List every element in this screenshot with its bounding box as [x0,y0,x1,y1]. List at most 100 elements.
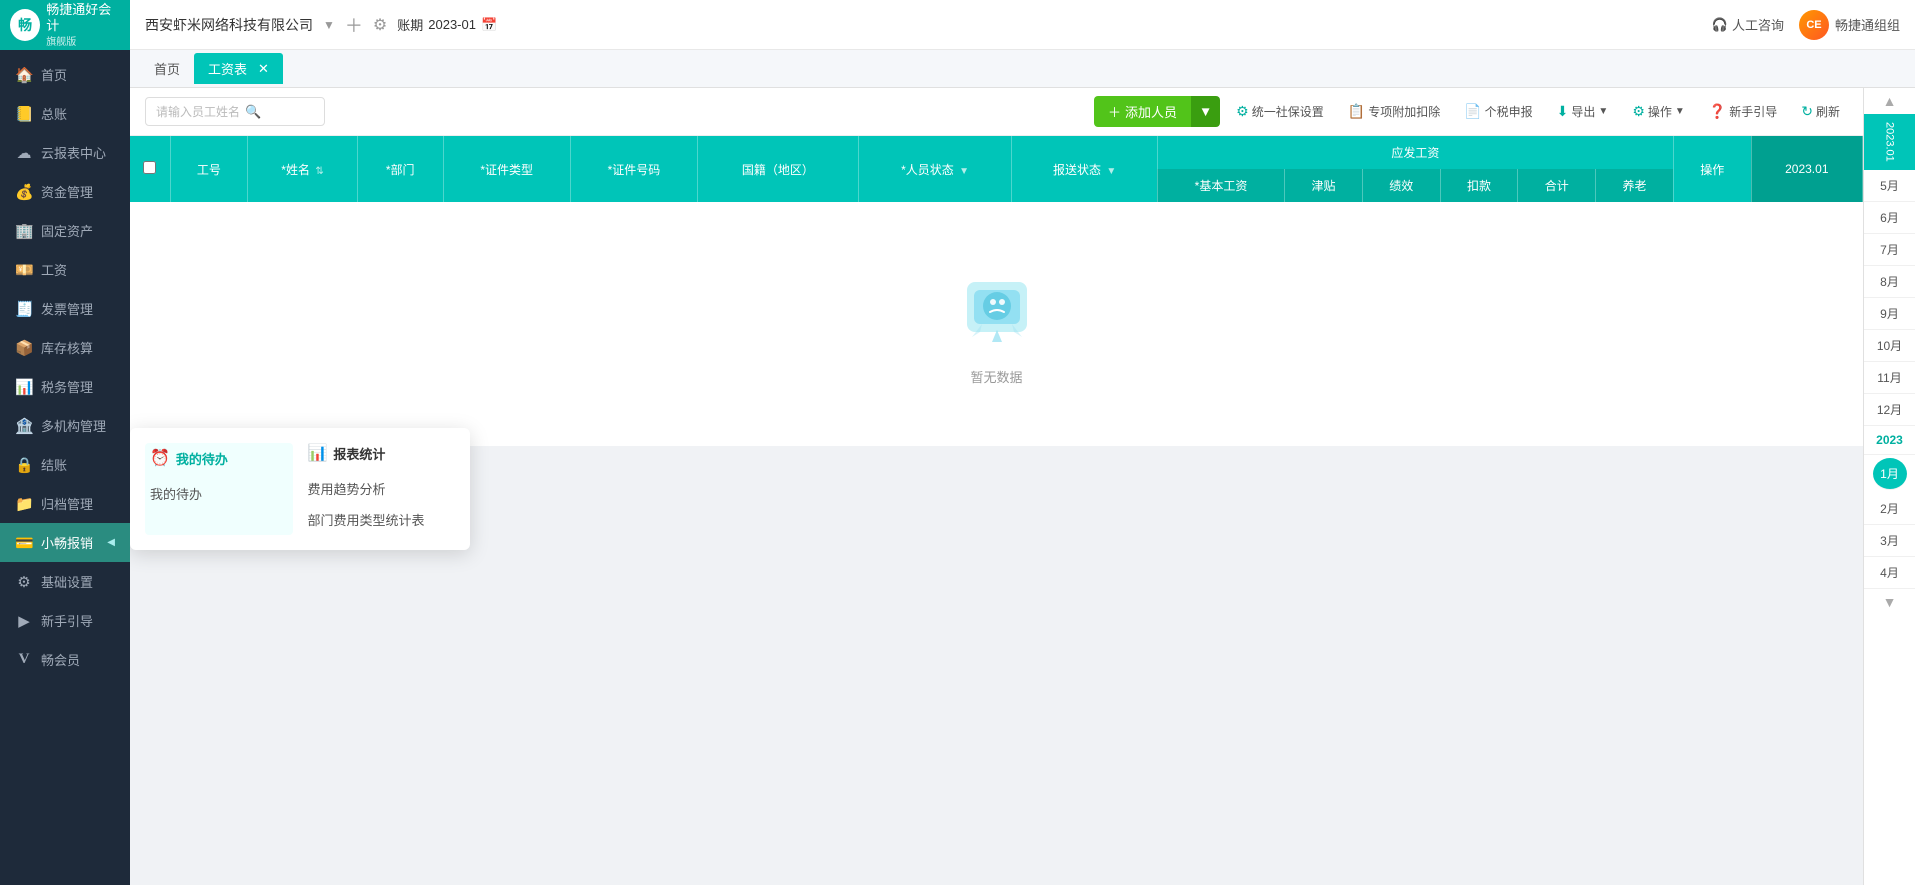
sidebar-item-invoice[interactable]: 🧾 发票管理 [0,289,130,328]
th-salary-group: 应发工资 [1157,136,1673,169]
settings-button[interactable]: ⚙ [373,15,387,35]
sidebar-item-multi-org[interactable]: 🏦 多机构管理 [0,406,130,445]
tab-close-button[interactable]: ✕ [258,61,269,77]
sidebar-item-member[interactable]: V 畅会员 [0,640,130,679]
popup-section-reports: 📊 报表统计 费用趋势分析 部门费用类型统计表 [308,443,456,535]
sidebar-item-payroll[interactable]: 💴 工资 [0,250,130,289]
tax-deduction-label: 专项附加扣除 [1368,103,1440,120]
period-label: 账期 [397,15,423,34]
month-item-4[interactable]: 4月 [1864,557,1915,589]
payroll-table: 工号 *姓名 ⇅ *部门 *证件类型 *证件号码 国籍（地区） *人员状态 [130,136,1863,202]
sidebar-item-fixed-assets[interactable]: 🏢 固定资产 [0,211,130,250]
service-button[interactable]: 🎧 人工咨询 [1712,15,1784,34]
sidebar-item-guide[interactable]: ▶ 新手引导 [0,601,130,640]
sidebar-label-capital: 资金管理 [41,182,93,201]
sidebar-label-fixed-assets: 固定资产 [41,221,93,240]
refresh-button[interactable]: ↻ 刷新 [1793,98,1848,125]
export-button[interactable]: ⬇ 导出 ▼ [1549,98,1617,125]
personal-tax-button[interactable]: 📄 个税申报 [1456,98,1540,125]
th-dept-label: *部门 [386,163,415,177]
report-filter-icon[interactable]: ▼ [1106,166,1116,177]
period-selector[interactable]: 账期 2023-01 📅 [397,15,497,34]
sidebar-label-settings: 基础设置 [41,572,93,591]
select-all-checkbox[interactable] [143,161,156,174]
popup-expense-trend-item[interactable]: 费用趋势分析 [308,473,456,504]
month-item-2[interactable]: 2月 [1864,493,1915,525]
guide-toolbar-button[interactable]: ❓ 新手引导 [1701,98,1785,125]
calendar-icon[interactable]: 📅 [481,17,497,33]
month-item-6[interactable]: 6月 [1864,202,1915,234]
sidebar-item-inventory[interactable]: 📦 库存核算 [0,328,130,367]
user-initials: CE [1806,19,1821,31]
sidebar-item-xiaochang[interactable]: 💳 小畅报销 ◀ [0,523,130,562]
th-id-number: *证件号码 [570,136,697,202]
logo-initials: 畅 [18,15,32,35]
month-7-label: 7月 [1880,243,1899,257]
tax-deduction-button[interactable]: 📋 专项附加扣除 [1340,98,1448,125]
operation-button[interactable]: ⚙ 操作 ▼ [1624,98,1692,125]
sidebar-item-cloud-reports[interactable]: ☁ 云报表中心 [0,133,130,172]
sidebar-item-home[interactable]: 🏠 首页 [0,55,130,94]
popup-dept-expense-item[interactable]: 部门费用类型统计表 [308,504,456,535]
tax-deduction-icon: 📋 [1348,103,1365,120]
operation-icon: ⚙ [1632,103,1645,120]
sidebar-item-close-period[interactable]: 🔒 结账 [0,445,130,484]
sidebar-label-tax: 税务管理 [41,377,93,396]
th-subsidy-label: 津贴 [1311,179,1335,193]
search-input-container[interactable]: 请输入员工姓名 🔍 [145,97,325,126]
popup-todo-title: ⏰ 我的待办 [150,448,288,468]
payroll-toolbar: 请输入员工姓名 🔍 ＋ 添加人员 ▼ ⚙ 统一社保设置 [130,88,1863,136]
sidebar-nav: 🏠 首页 📒 总账 ☁ 云报表中心 💰 资金管理 🏢 固定资产 💴 工资 🧾 发… [0,50,130,885]
user-name: 畅捷通组组 [1835,15,1900,34]
export-dropdown-icon: ▼ [1598,106,1608,117]
month-item-3[interactable]: 3月 [1864,525,1915,557]
sidebar-item-archive[interactable]: 📁 归档管理 [0,484,130,523]
empty-state-text: 暂无数据 [970,367,1022,386]
th-status-label: *人员状态 [901,163,954,177]
add-person-dropdown[interactable]: ▼ [1191,96,1220,127]
th-report-label: 报送状态 [1053,163,1101,177]
tab-home[interactable]: 首页 [140,53,194,84]
add-person-button[interactable]: ＋ 添加人员 [1094,96,1191,127]
user-menu[interactable]: CE 畅捷通组组 [1799,10,1900,40]
popup-todo-label: 我的待办 [176,449,228,468]
status-filter-icon[interactable]: ▼ [959,166,969,177]
popup-my-todo-item[interactable]: 我的待办 [150,478,288,509]
empty-state-icon [952,262,1042,352]
month-item-9[interactable]: 9月 [1864,298,1915,330]
select-all-header [130,136,170,202]
sidebar-item-capital[interactable]: 💰 资金管理 [0,172,130,211]
month-item-7[interactable]: 7月 [1864,234,1915,266]
th-deduction: 扣款 [1440,169,1518,202]
month-12-label: 12月 [1877,403,1902,417]
month-nav-up[interactable]: ▲ [1878,88,1902,114]
company-dropdown-icon[interactable]: ▼ [323,18,335,32]
th-department: *部门 [357,136,443,202]
month-item-11[interactable]: 11月 [1864,362,1915,394]
tabs-bar: 首页 工资表 ✕ [130,50,1915,88]
month-nav: ▲ 2023.01 5月 6月 7月 8月 9月 10月 11月 12月 202… [1863,88,1915,885]
month-item-8[interactable]: 8月 [1864,266,1915,298]
sidebar-label-inventory: 库存核算 [41,338,93,357]
add-company-button[interactable]: ＋ [345,12,363,38]
name-sort-icon[interactable]: ⇅ [315,166,323,177]
sidebar-item-settings[interactable]: ⚙ 基础设置 [0,562,130,601]
social-security-button[interactable]: ⚙ 统一社保设置 [1228,98,1332,125]
month-nav-down[interactable]: ▼ [1878,589,1902,615]
tab-payroll[interactable]: 工资表 ✕ [194,53,283,84]
th-pension: 养老 [1596,169,1674,202]
th-name: *姓名 ⇅ [248,136,358,202]
th-number: 工号 [170,136,248,202]
month-1-label: 1月 [1880,467,1899,481]
tax-icon: 📊 [15,378,33,396]
sidebar-label-archive: 归档管理 [41,494,93,513]
th-ded-label: 扣款 [1467,179,1491,193]
month-item-10[interactable]: 10月 [1864,330,1915,362]
month-item-12[interactable]: 12月 [1864,394,1915,426]
sidebar-item-tax[interactable]: 📊 税务管理 [0,367,130,406]
app-name: 畅捷通好会计 [46,2,120,33]
month-item-1[interactable]: 1月 [1873,458,1907,490]
th-report-status: 报送状态 ▼ [1012,136,1158,202]
sidebar-item-ledger[interactable]: 📒 总账 [0,94,130,133]
month-item-5[interactable]: 5月 [1864,170,1915,202]
